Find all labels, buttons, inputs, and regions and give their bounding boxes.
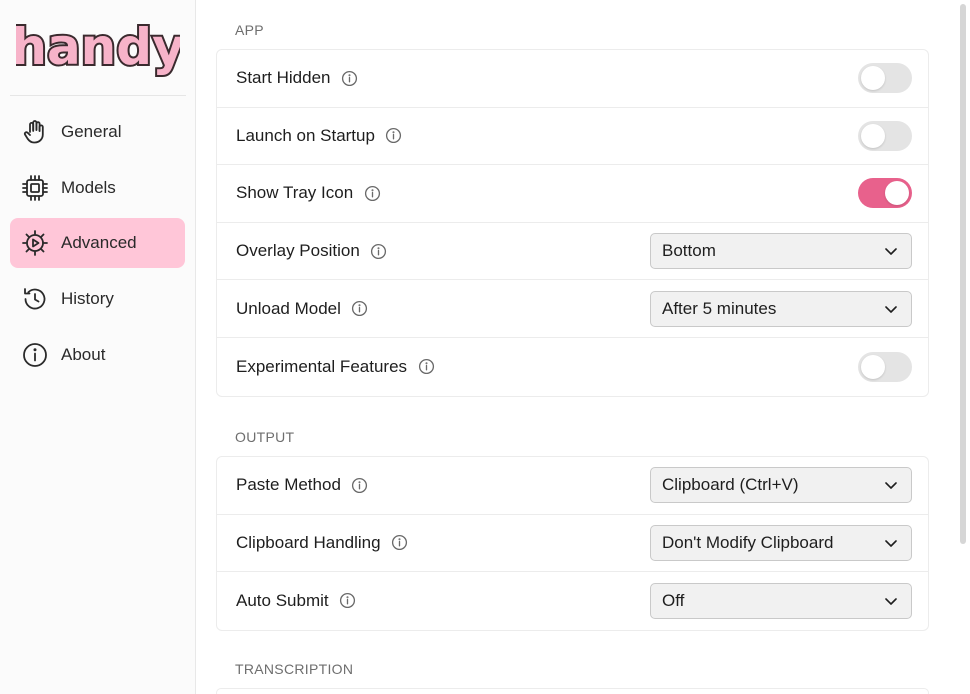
setting-label: Start Hidden [236, 68, 331, 88]
experimental-features-toggle[interactable] [858, 351, 912, 382]
select-value: Don't Modify Clipboard [662, 532, 834, 552]
setting-row-show-tray-icon: Show Tray Icon [217, 165, 928, 223]
sidebar-item-about[interactable]: About [10, 330, 185, 380]
hand-icon [20, 117, 50, 147]
toggle-knob [861, 123, 885, 148]
history-icon [20, 284, 50, 314]
start-hidden-toggle[interactable] [858, 63, 912, 94]
setting-row-unload-model: Unload Model After 5 minutes [217, 280, 928, 338]
toggle-knob [861, 354, 885, 379]
info-icon[interactable] [370, 242, 388, 260]
info-icon[interactable] [417, 358, 435, 376]
toggle-knob [885, 181, 909, 206]
setting-row-clipboard-handling: Clipboard Handling Don't Modify Clipboar… [217, 515, 928, 573]
clipboard-handling-select[interactable]: Don't Modify Clipboard [650, 524, 912, 561]
setting-row-overlay-position: Overlay Position Bottom [217, 223, 928, 281]
setting-label: Unload Model [236, 298, 341, 318]
unload-model-select[interactable]: After 5 minutes [650, 290, 912, 327]
setting-row-start-hidden: Start Hidden [217, 50, 928, 108]
sidebar-item-label: History [61, 289, 114, 308]
section-title-transcription: TRANSCRIPTION [235, 661, 354, 677]
chevron-down-icon [883, 477, 899, 493]
settings-card-transcription [216, 688, 929, 694]
chevron-down-icon [883, 535, 899, 551]
setting-row-auto-submit: Auto Submit Off [217, 572, 928, 630]
sidebar-divider [10, 95, 186, 96]
svg-text:handy: handy [16, 18, 180, 76]
sidebar-item-label: Models [61, 178, 116, 197]
setting-row-experimental-features: Experimental Features [217, 338, 928, 396]
paste-method-select[interactable]: Clipboard (Ctrl+V) [650, 467, 912, 504]
info-icon[interactable] [385, 127, 403, 145]
sidebar-item-label: General [61, 122, 122, 141]
section-title-app: APP [235, 22, 264, 38]
setting-label: Experimental Features [236, 356, 408, 376]
select-value: After 5 minutes [662, 298, 777, 318]
sidebar-item-advanced[interactable]: Advanced [10, 218, 185, 268]
sidebar-item-label: About [61, 345, 106, 364]
settings-card-output: Paste Method Clipboard (Ctrl+V) Clipboar… [216, 456, 929, 631]
info-icon[interactable] [351, 300, 369, 318]
overlay-position-select[interactable]: Bottom [650, 233, 912, 270]
sidebar: handy General Models Advanced History Ab… [0, 0, 196, 694]
select-value: Bottom [662, 241, 716, 261]
info-circle-icon [20, 340, 50, 370]
sidebar-item-general[interactable]: General [10, 107, 185, 157]
toggle-knob [861, 66, 885, 91]
chevron-down-icon [883, 301, 899, 317]
launch-on-startup-toggle[interactable] [858, 120, 912, 151]
scrollbar[interactable] [960, 4, 966, 544]
gear-play-icon [20, 228, 50, 258]
info-icon[interactable] [363, 184, 381, 202]
setting-label: Overlay Position [236, 241, 360, 261]
auto-submit-select[interactable]: Off [650, 582, 912, 619]
chevron-down-icon [883, 243, 899, 259]
sidebar-item-models[interactable]: Models [10, 163, 185, 213]
settings-panel: APP Start Hidden Launch on Startup Show … [196, 0, 970, 694]
chip-icon [20, 173, 50, 203]
select-value: Off [662, 590, 685, 610]
info-icon[interactable] [339, 592, 357, 610]
setting-label: Paste Method [236, 475, 341, 495]
setting-label: Clipboard Handling [236, 532, 381, 552]
sidebar-item-history[interactable]: History [10, 274, 185, 324]
info-icon[interactable] [341, 69, 359, 87]
sidebar-item-label: Advanced [61, 233, 137, 252]
chevron-down-icon [883, 593, 899, 609]
app-logo: handy [16, 12, 180, 82]
setting-row-paste-method: Paste Method Clipboard (Ctrl+V) [217, 457, 928, 515]
setting-row-launch-on-startup: Launch on Startup [217, 108, 928, 166]
select-value: Clipboard (Ctrl+V) [662, 475, 799, 495]
settings-card-app: Start Hidden Launch on Startup Show Tray… [216, 49, 929, 397]
setting-label: Show Tray Icon [236, 183, 354, 203]
section-title-output: OUTPUT [235, 429, 295, 445]
info-icon[interactable] [391, 534, 409, 552]
info-icon[interactable] [351, 476, 369, 494]
setting-label: Launch on Startup [236, 125, 375, 145]
show-tray-icon-toggle[interactable] [858, 178, 912, 209]
setting-label: Auto Submit [236, 590, 329, 610]
